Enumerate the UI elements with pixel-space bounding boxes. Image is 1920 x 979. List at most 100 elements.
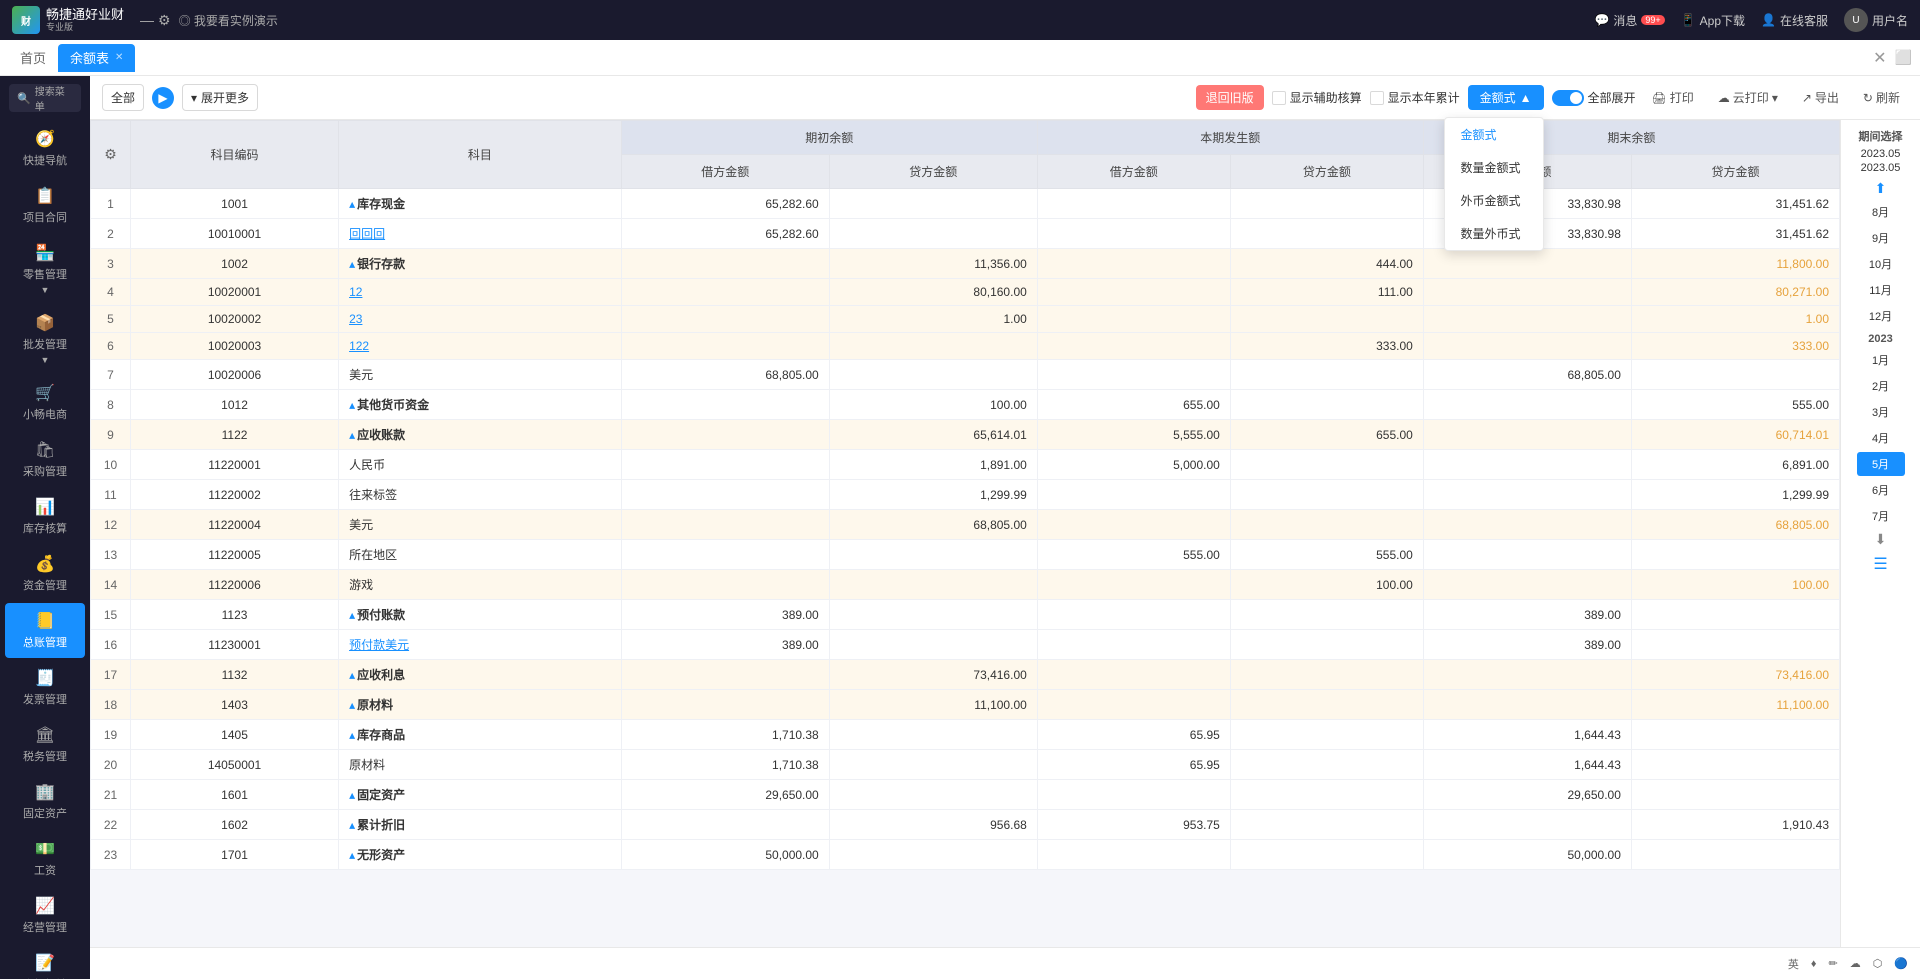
sidebar-item-ecommerce[interactable]: 🛒 小畅电商 [5,375,85,430]
show-ytd-checkbox[interactable]: 显示本年累计 [1370,89,1460,106]
sidebar-item-purchase[interactable]: 🛍 采购管理 [5,432,85,487]
expand-all-toggle[interactable]: 全部展开 [1552,89,1636,106]
app-edition: 专业版 [46,22,124,33]
row-expand-icon[interactable]: ▴ [349,698,355,712]
sidebar-item-business[interactable]: 📈 经营管理 [5,888,85,943]
subject-name[interactable]: 原材料 [357,698,393,712]
cell-close-debit [1423,279,1631,306]
toggle-switch-knob[interactable] [1552,90,1584,106]
return-old-version-button[interactable]: 退回旧版 [1196,85,1264,110]
table-wrapper: ⚙ 科目编码 科目 期初余额 本期发生额 期末余额 借方金额 贷方金额 借方金额 [90,120,1920,947]
period-scroll-down[interactable]: ⬇ [1875,531,1887,548]
window-settings-icon[interactable]: ⚙ [158,12,171,29]
export-button[interactable]: ↗ 导出 [1794,85,1847,110]
subject-link[interactable]: 预付款美元 [349,638,409,652]
window-min-button[interactable]: — [140,12,154,29]
window-maximize-btn[interactable]: ⬜ [1895,49,1912,66]
jineshi-dropdown-button[interactable]: 金额式 ▲ [1468,85,1544,110]
all-button[interactable]: 全部 [102,84,144,111]
period-item-4[interactable]: 4月 [1857,426,1905,450]
refresh-button[interactable]: ↻ 刷新 [1855,85,1908,110]
subject-link[interactable]: 12 [349,285,362,299]
dropdown-jineshi[interactable]: 金额式 [1445,118,1543,151]
sidebar-item-invoice[interactable]: 🧾 发票管理 [5,660,85,715]
subject-name[interactable]: 应收账款 [357,428,405,442]
demo-link[interactable]: ◎ 我要看实例演示 [179,12,278,29]
status-edit[interactable]: ✏ [1828,957,1837,970]
cell-open-debit: 68,805.00 [621,360,829,390]
row-expand-icon[interactable]: ▴ [349,428,355,442]
dropdown-quantity-foreign[interactable]: 数量外币式 [1445,217,1543,250]
period-scroll-up[interactable]: ⬆ [1875,180,1887,197]
period-item-11[interactable]: 11月 [1857,278,1905,302]
tab-close-icon[interactable]: ✕ [115,52,123,63]
user-avatar[interactable]: U 用户名 [1844,8,1908,32]
nav-arrow-right[interactable]: ▶ [152,87,174,109]
table-scroll[interactable]: ⚙ 科目编码 科目 期初余额 本期发生额 期末余额 借方金额 贷方金额 借方金额 [90,120,1840,947]
subject-name[interactable]: 库存现金 [357,197,405,211]
period-item-5[interactable]: 5月 [1857,452,1905,476]
sidebar-item-nav[interactable]: 🧭 快捷导航 [5,121,85,176]
status-translate[interactable]: 英 [1788,956,1799,972]
subject-name[interactable]: 应收利息 [357,668,405,682]
tab-home[interactable]: 首页 [8,44,58,72]
row-expand-icon[interactable]: ▴ [349,257,355,271]
sidebar-item-retail[interactable]: 🏪 零售管理 ▼ [5,235,85,303]
sidebar-item-fixed[interactable]: 🏢 固定资产 [5,774,85,829]
cloud-print-button[interactable]: ☁ 云打印 ▾ [1710,85,1786,110]
subject-link[interactable]: 23 [349,312,362,326]
table-settings-icon[interactable]: ⚙ [104,146,117,162]
sidebar-item-capital[interactable]: 💰 资金管理 [5,546,85,601]
status-hex[interactable]: ⬡ [1873,957,1883,970]
period-item-7[interactable]: 7月 [1857,504,1905,528]
subject-link[interactable]: 回回回 [349,227,385,241]
status-cloud[interactable]: ☁ [1850,957,1861,970]
period-item-3[interactable]: 3月 [1857,400,1905,424]
subject-name[interactable]: 库存商品 [357,728,405,742]
subject-name[interactable]: 固定资产 [357,788,405,802]
dropdown-foreign-amount[interactable]: 外币金额式 [1445,184,1543,217]
subject-name[interactable]: 无形资产 [357,848,405,862]
sidebar-search[interactable]: 🔍 搜索菜单 [9,84,81,112]
dropdown-quantity-amount[interactable]: 数量金额式 [1445,151,1543,184]
sidebar-item-inventory[interactable]: 📊 库存核算 [5,489,85,544]
period-item-2[interactable]: 2月 [1857,374,1905,398]
window-close-btn[interactable]: ✕ [1873,48,1886,68]
sidebar-item-report[interactable]: 📝 小畅报销 [5,945,85,979]
row-expand-icon[interactable]: ▴ [349,668,355,682]
subject-link[interactable]: 122 [349,339,369,353]
settings-th[interactable]: ⚙ [91,121,131,189]
expand-btn[interactable]: ▾ 展开更多 [182,84,258,111]
sidebar-item-tax[interactable]: 🏛 税务管理 [5,717,85,772]
period-item-1[interactable]: 1月 [1857,348,1905,372]
period-item-8[interactable]: 8月 [1857,200,1905,224]
sidebar-item-contract[interactable]: 📋 项目合同 [5,178,85,233]
print-button[interactable]: 🖨 打印 [1644,85,1702,110]
app-download-button[interactable]: 📱 App下载 [1681,12,1745,29]
cell-open-debit: 50,000.00 [621,840,829,870]
show-assist-checkbox[interactable]: 显示辅助核算 [1272,89,1362,106]
row-expand-icon[interactable]: ▴ [349,608,355,622]
row-expand-icon[interactable]: ▴ [349,728,355,742]
sidebar-item-ledger[interactable]: 📒 总账管理 [5,603,85,658]
row-expand-icon[interactable]: ▴ [349,197,355,211]
sidebar-item-wholesale[interactable]: 📦 批发管理 ▼ [5,305,85,373]
period-item-10[interactable]: 10月 [1857,252,1905,276]
period-item-6[interactable]: 6月 [1857,478,1905,502]
subject-name[interactable]: 其他货币资金 [357,398,429,412]
subject-name[interactable]: 银行存款 [357,257,405,271]
period-item-12[interactable]: 12月 [1857,304,1905,328]
row-expand-icon[interactable]: ▴ [349,788,355,802]
cell-code: 1403 [131,690,339,720]
online-service-button[interactable]: 👤 在线客服 [1761,12,1828,29]
tab-balance[interactable]: 余额表 ✕ [58,44,135,72]
period-item-9[interactable]: 9月 [1857,226,1905,250]
row-expand-icon[interactable]: ▴ [349,848,355,862]
subject-name[interactable]: 预付账款 [357,608,405,622]
sidebar-item-salary[interactable]: 💵 工资 [5,831,85,886]
message-button[interactable]: 💬 消息 99+ [1594,12,1664,29]
period-expand-icon[interactable]: ☰ [1873,554,1887,574]
row-expand-icon[interactable]: ▴ [349,818,355,832]
row-expand-icon[interactable]: ▴ [349,398,355,412]
subject-name[interactable]: 累计折旧 [357,818,405,832]
